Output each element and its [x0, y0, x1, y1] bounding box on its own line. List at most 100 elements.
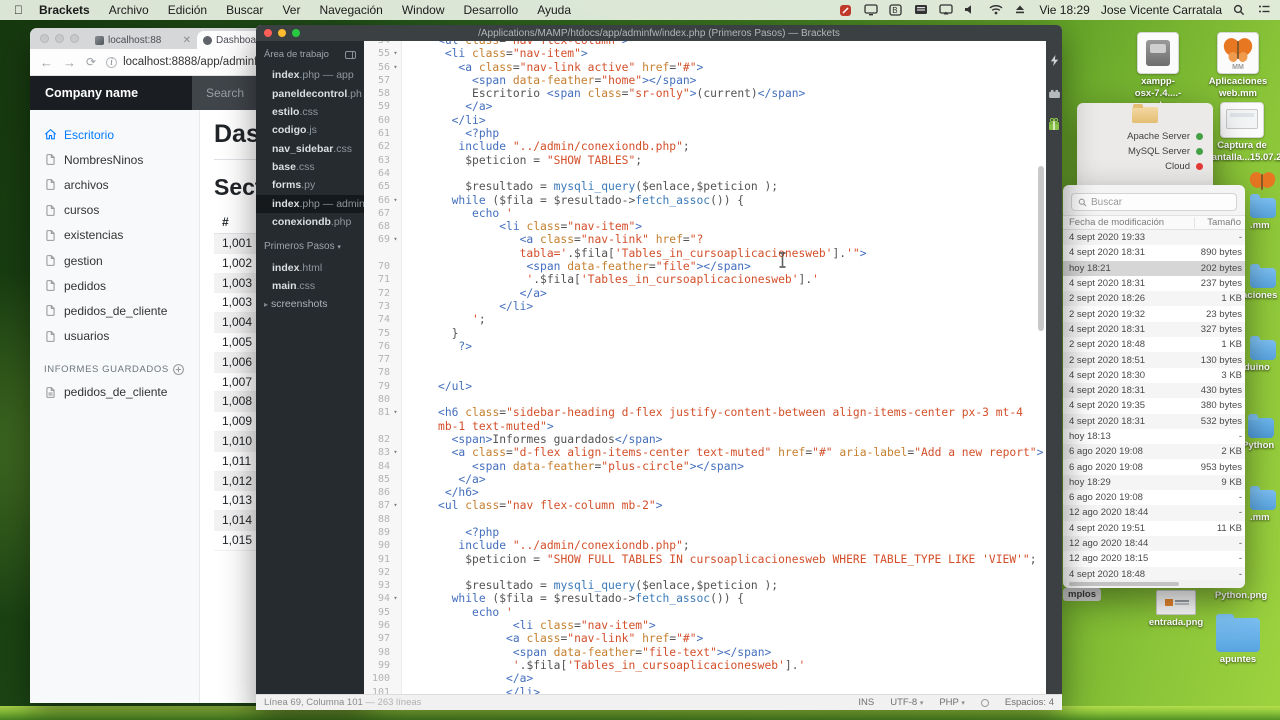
code-line[interactable]: 79 </ul>	[364, 379, 1046, 394]
line-number[interactable]: 88	[364, 512, 390, 526]
fold-arrow[interactable]: ▾	[390, 193, 402, 207]
project-file-main[interactable]: main.css	[256, 277, 364, 295]
line-number[interactable]: 90	[364, 539, 390, 553]
line-number[interactable]: 82	[364, 432, 390, 447]
fold-arrow[interactable]	[390, 339, 402, 354]
code-text[interactable]: </a>	[402, 473, 485, 486]
line-number[interactable]	[364, 246, 390, 261]
code-line[interactable]: 92	[364, 565, 1046, 580]
line-number[interactable]: 99	[364, 658, 390, 673]
code-text[interactable]: </a>	[402, 100, 492, 113]
menu-item-window[interactable]: Window	[402, 3, 445, 17]
fold-arrow[interactable]	[390, 605, 402, 620]
code-line[interactable]: 64	[364, 166, 1046, 181]
code-line[interactable]: 94 ▾ while ($fila = $resultado->fetch_ass…	[364, 592, 1046, 606]
menu-item-ayuda[interactable]: Ayuda	[537, 3, 571, 17]
fold-arrow[interactable]: ▾	[390, 592, 402, 606]
code-line[interactable]: 80	[364, 393, 1046, 407]
code-line[interactable]: 88	[364, 512, 1046, 526]
finder-file-row[interactable]: 4 sept 2020 18:31 327 bytes	[1063, 321, 1245, 338]
fold-arrow[interactable]	[390, 313, 402, 327]
browser-tab-localhost[interactable]: localhost:88 ✕	[89, 31, 197, 49]
desktop-icon-folder-mm-2[interactable]: .mm	[1250, 486, 1276, 524]
line-number[interactable]: 79	[364, 379, 390, 394]
line-number[interactable]: 89	[364, 525, 390, 540]
code-text[interactable]: <li class="nav-item">	[402, 619, 656, 632]
fold-arrow[interactable]	[390, 459, 402, 473]
fold-arrow[interactable]: ▾	[390, 47, 402, 61]
code-line[interactable]: 81 ▾ <h6 class="sidebar-heading d-flex ju…	[364, 406, 1046, 420]
fold-arrow[interactable]	[390, 87, 402, 101]
fold-arrow[interactable]	[390, 486, 402, 500]
finder-file-row[interactable]: 4 sept 2020 19:35 380 bytes	[1063, 398, 1245, 413]
line-number[interactable]: 67	[364, 206, 390, 221]
fold-arrow[interactable]	[390, 472, 402, 487]
line-number[interactable]: 78	[364, 366, 390, 380]
fold-arrow[interactable]	[390, 552, 402, 566]
working-file-conexiondb[interactable]: conexiondb.php	[256, 213, 364, 231]
saved-report-item-pedidos_de_cliente[interactable]: pedidos_de_cliente	[30, 380, 199, 405]
code-text[interactable]: '.$fila['Tables_in_cursoaplicacionesweb'…	[402, 659, 806, 672]
fold-arrow[interactable]	[390, 419, 402, 433]
fold-arrow[interactable]	[390, 525, 402, 540]
code-text[interactable]: '.$fila['Tables_in_cursoaplicacionesweb'…	[402, 273, 819, 286]
code-line[interactable]: 86 </h6>	[364, 486, 1046, 500]
line-number[interactable]: 62	[364, 140, 390, 154]
fold-arrow[interactable]	[390, 685, 402, 694]
spotlight-icon[interactable]	[1233, 4, 1247, 16]
close-window-button[interactable]	[40, 34, 49, 43]
fold-arrow[interactable]	[390, 539, 402, 553]
line-number[interactable]: 72	[364, 286, 390, 300]
code-line[interactable]: 59 </a>	[364, 100, 1046, 114]
code-text[interactable]	[402, 566, 404, 579]
code-text[interactable]: </a>	[402, 287, 547, 300]
code-line[interactable]: 83 ▾ <a class="d-flex align-items-center …	[364, 446, 1046, 460]
code-text[interactable]: <ul class="nav flex-column mb-2">	[402, 499, 663, 512]
fold-arrow[interactable]	[390, 286, 402, 300]
code-text[interactable]: </li>	[402, 686, 540, 694]
desktop-icon-apuntes[interactable]: apuntes	[1202, 614, 1274, 666]
finder-file-row[interactable]: 4 sept 2020 19:33 -	[1063, 230, 1245, 246]
fold-arrow[interactable]	[390, 246, 402, 261]
code-line[interactable]: 84 <span data-feather="plus-circle"></sp…	[364, 459, 1046, 473]
code-line[interactable]: 75 }	[364, 326, 1046, 340]
fold-arrow[interactable]	[390, 632, 402, 646]
code-text[interactable]: }	[402, 327, 459, 340]
line-number[interactable]: 97	[364, 632, 390, 646]
code-line[interactable]: mb-1 text-muted">	[364, 419, 1046, 433]
working-file-codigo[interactable]: codigo.js	[256, 121, 364, 139]
fold-arrow[interactable]	[390, 379, 402, 394]
code-text[interactable]: <a class="nav-link" href="?	[402, 233, 704, 246]
desktop-icon-folder-mm-1[interactable]: .mm	[1250, 194, 1276, 232]
sidebar-item-archivos[interactable]: archivos	[30, 172, 199, 197]
fold-arrow[interactable]	[390, 166, 402, 181]
browser-window-controls[interactable]	[40, 34, 79, 43]
line-number[interactable]: 86	[364, 486, 390, 500]
code-text[interactable]	[402, 353, 404, 366]
finder-file-row[interactable]: 4 sept 2020 18:31 237 bytes	[1063, 276, 1245, 291]
lint-status-icon[interactable]	[980, 698, 989, 707]
code-text[interactable]: <a class="d-flex align-items-center text…	[402, 446, 1044, 459]
fold-arrow[interactable]	[390, 273, 402, 287]
desktop-icon-python-partial[interactable]: Python	[1242, 414, 1274, 452]
finder-file-row[interactable]: hoy 18:29 9 KB	[1063, 474, 1245, 491]
line-number[interactable]: 84	[364, 459, 390, 473]
split-view-icon[interactable]	[345, 50, 356, 59]
code-line[interactable]: 60 </li>	[364, 113, 1046, 128]
fold-arrow[interactable]	[390, 565, 402, 580]
menu-item-desarrollo[interactable]: Desarrollo	[464, 3, 519, 17]
finder-horizontal-scrollbar[interactable]	[1063, 580, 1245, 588]
finder-file-row[interactable]: 2 sept 2020 18:51 130 bytes	[1063, 352, 1245, 368]
code-text[interactable]: <h6 class="sidebar-heading d-flex justif…	[402, 406, 1023, 419]
fold-arrow[interactable]	[390, 672, 402, 686]
finder-file-row[interactable]: 2 sept 2020 19:32 23 bytes	[1063, 306, 1245, 321]
code-line[interactable]: 91 $peticion = "SHOW FULL TABLES IN curs…	[364, 552, 1046, 566]
finder-file-row[interactable]: 4 sept 2020 18:31 532 bytes	[1063, 413, 1245, 429]
line-number[interactable]: 76	[364, 339, 390, 354]
project-folder-screenshots[interactable]: ▸ screenshots	[256, 295, 364, 313]
line-number[interactable]: 73	[364, 299, 390, 314]
code-text[interactable]: mb-1 text-muted">	[402, 420, 554, 433]
fold-arrow[interactable]	[390, 353, 402, 367]
code-line[interactable]: 99 '.$fila['Tables_in_cursoaplicacionesw…	[364, 658, 1046, 673]
line-number[interactable]: 65	[364, 180, 390, 194]
